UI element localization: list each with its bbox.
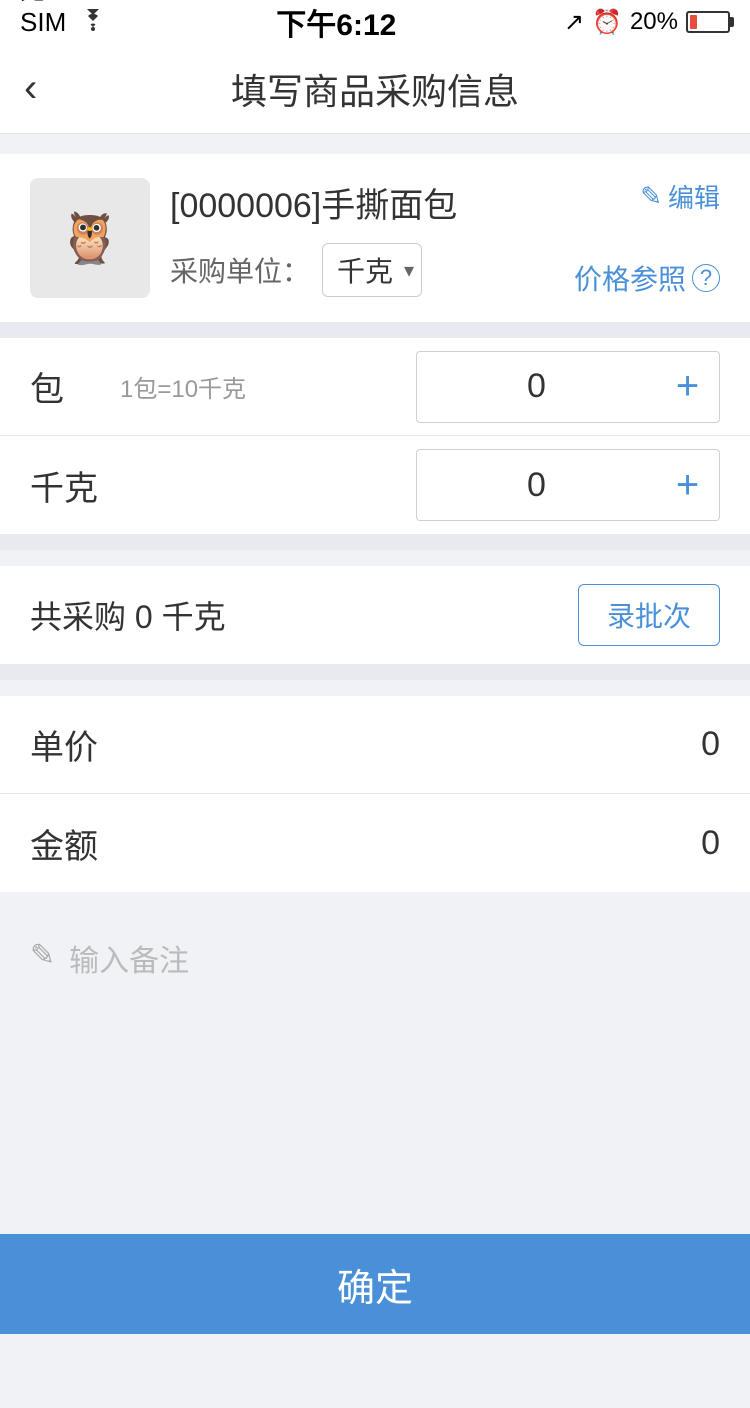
unit-label: 采购单位： [170,250,310,290]
product-card: 🦉 [0000006]手撕面包 采购单位： 千克 ✎ 编辑 价格参照 ? [0,154,750,322]
alarm-icon: ⏰ [592,8,622,37]
amount-row: 金额 0 [0,794,750,892]
battery-icon [686,11,730,33]
price-ref-icon: ? [692,264,720,292]
total-unit: 千克 [162,599,226,635]
kg-input[interactable]: 0 [416,449,656,521]
confirm-label: 确定 [337,1257,413,1312]
bag-input-wrapper: 0 + [416,351,720,423]
unit-select-button[interactable]: 千克 [322,243,422,297]
edit-icon: ✎ [640,181,662,212]
page-title: 填写商品采购信息 [231,63,519,115]
kg-input-wrapper: 0 + [416,449,720,521]
bag-plus-button[interactable]: + [656,351,720,423]
total-section: 共采购 0 千克 录批次 [0,566,750,664]
total-label: 共采购 0 千克 [30,592,226,638]
status-time: 下午6:12 [276,0,396,44]
unit-price-row: 单价 0 [0,696,750,794]
note-placeholder: 输入备注 [69,936,189,980]
price-ref-label: 价格参照 [574,258,686,298]
bag-label: 包 [30,362,110,411]
status-right: ↗ ⏰ 20% [564,8,730,37]
kg-input-row: 千克 0 + [0,436,750,534]
section-divider-2 [0,534,750,550]
amount-label: 金额 [30,819,98,868]
product-image: 🦉 [30,178,150,298]
battery-percent: 20% [630,8,678,36]
note-icon: ✎ [30,938,55,973]
kg-plus-button[interactable]: + [656,449,720,521]
edit-label: 编辑 [668,178,720,215]
amount-value: 0 [701,824,720,863]
info-section: 单价 0 金额 0 [0,696,750,892]
total-label-text: 共采购 [30,599,126,635]
section-divider-1 [0,322,750,338]
back-button[interactable]: ‹ [24,66,37,111]
unit-price-value: 0 [701,725,720,764]
wifi-icon [77,7,109,38]
confirm-button[interactable]: 确定 [0,1234,750,1334]
unit-price-label: 单价 [30,720,98,769]
status-bar: 无SIM卡 下午6:12 ↗ ⏰ 20% [0,0,750,44]
batch-button[interactable]: 录批次 [578,584,720,646]
location-icon: ↗ [564,8,584,37]
product-name: [0000006]手撕面包 [170,178,720,227]
bag-sublabel: 1包=10千克 [120,369,416,404]
bag-input-row: 包 1包=10千克 0 + [0,338,750,436]
total-amount: 0 [135,599,153,635]
bag-input[interactable]: 0 [416,351,656,423]
kg-label: 千克 [30,461,110,510]
product-image-owl: 🦉 [59,209,121,268]
total-row: 共采购 0 千克 录批次 [0,566,750,664]
section-divider-3 [0,664,750,680]
nav-bar: ‹ 填写商品采购信息 [0,44,750,134]
input-section: 包 1包=10千克 0 + 千克 0 + [0,338,750,534]
price-ref-button[interactable]: 价格参照 ? [574,258,720,298]
unit-select-wrapper[interactable]: 千克 [322,243,422,297]
edit-button[interactable]: ✎ 编辑 [640,178,720,215]
